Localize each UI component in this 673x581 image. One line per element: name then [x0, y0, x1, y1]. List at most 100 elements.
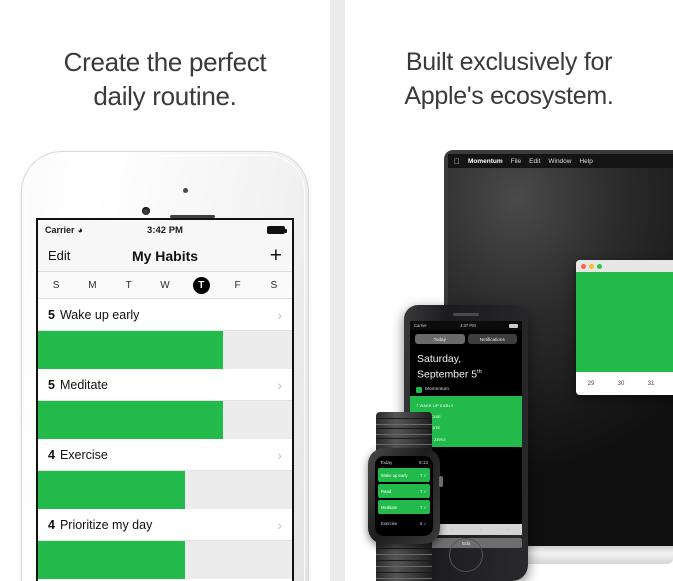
- watch-habit-value: 7 ✓: [419, 488, 427, 494]
- habit-streak-count: 4: [48, 517, 55, 532]
- axis-tick-label: 31: [647, 380, 655, 387]
- day-label: T: [192, 276, 210, 294]
- watch-habit-row[interactable]: Wake up early 7 ✓: [378, 468, 430, 482]
- tab-today[interactable]: Today: [415, 334, 465, 344]
- apple-watch-device: Today 9:13 Wake up early 7 ✓ Read 7 ✓ Medita…: [366, 412, 443, 581]
- date-line-2: September 5: [417, 368, 478, 380]
- habit-name: Wake up early: [59, 307, 140, 322]
- day-toggle-6[interactable]: S: [256, 280, 292, 291]
- watch-habit-name: Read: [381, 488, 392, 494]
- day-toggle-5[interactable]: F: [219, 280, 255, 291]
- status-time: 3:42 PM: [147, 224, 183, 236]
- habit-progress-fill: [38, 541, 186, 579]
- mac-menu-bar[interactable]:  Momentum File Edit Window Help: [448, 154, 673, 168]
- day-toggle-4[interactable]: T: [183, 276, 219, 294]
- close-window-icon[interactable]: [581, 263, 586, 269]
- momentum-app-icon: [416, 386, 422, 393]
- date-line-1: Saturday,: [417, 353, 462, 365]
- menu-item-edit[interactable]: Edit: [529, 158, 540, 165]
- left-headline-line2: daily routine.: [93, 81, 237, 111]
- habit-progress-track: [38, 471, 292, 509]
- iphone-device-frame: Carrier ◕ 3:42 PM Edit My Habits + S M T W T…: [22, 152, 308, 581]
- watch-habit-list: Wake up early 7 ✓ Read 7 ✓ Meditate 7 ✓ Exerci…: [378, 468, 430, 530]
- digital-crown-icon[interactable]: [439, 476, 443, 487]
- habit-list: 5 Wake up early › 5 Meditate › 4 Exercise › 4 Prio…: [38, 299, 292, 579]
- watch-habit-row[interactable]: Exercise 6 ✓: [378, 516, 430, 530]
- menu-item-help[interactable]: Help: [579, 158, 592, 165]
- notification-center-tabs[interactable]: Today Notifications: [410, 330, 522, 347]
- habit-name: Meditate: [59, 377, 108, 392]
- watch-habit-name: Wake up early: [381, 472, 408, 478]
- habit-progress-fill: [38, 401, 224, 439]
- watch-header-time: 9:13: [419, 460, 428, 465]
- band-link: [376, 438, 432, 445]
- day-selector[interactable]: SMTWTFS: [38, 272, 292, 299]
- watch-band-bottom: [376, 540, 432, 581]
- axis-tick-label: 1 Sep: [666, 381, 673, 387]
- day-label: T: [125, 279, 132, 291]
- app-store-screenshot-pair: Create the perfect daily routine. Carrie…: [0, 0, 673, 581]
- day-label: S: [52, 279, 60, 291]
- watch-habit-row[interactable]: Meditate 7 ✓: [378, 500, 430, 514]
- habit-row[interactable]: 5 Wake up early ›: [38, 299, 292, 331]
- battery-icon: [509, 323, 518, 328]
- watch-habit-name: Meditate: [381, 504, 398, 510]
- dot-2: ·: [451, 527, 453, 532]
- watch-screen: Today 9:13 Wake up early 7 ✓ Read 7 ✓ Medita…: [375, 456, 433, 536]
- habit-row[interactable]: 5 Meditate ›: [38, 369, 292, 401]
- widget-habit-row[interactable]: 7 WAKE UP EARLY: [410, 400, 522, 411]
- chevron-right-icon: ›: [277, 516, 282, 533]
- watch-habit-row[interactable]: Read 7 ✓: [378, 484, 430, 498]
- right-headline-line1: Built exclusively for: [405, 48, 613, 76]
- left-headline: Create the perfect daily routine.: [0, 45, 330, 113]
- earpiece-speaker: [453, 313, 479, 316]
- menu-item-window[interactable]: Window: [548, 158, 571, 165]
- habit-progress-fill: [38, 471, 186, 509]
- status-bar: Carrier ◕ 3:42 PM: [38, 220, 292, 240]
- carrier-label: Carrier: [45, 225, 75, 235]
- axis-tick-label: 30: [617, 380, 625, 387]
- panel-divider: [330, 0, 345, 581]
- habit-row[interactable]: 4 Prioritize my day ›: [38, 509, 292, 541]
- habit-progress-track: [38, 331, 292, 369]
- band-link: [376, 548, 432, 555]
- status-bar: Carrier 4:37 PM: [410, 321, 522, 330]
- zoom-window-icon[interactable]: [597, 263, 602, 269]
- habit-name: Prioritize my day: [59, 517, 153, 532]
- habit-progress-fill: [38, 331, 224, 369]
- home-button[interactable]: [449, 538, 483, 572]
- menu-item-file[interactable]: File: [511, 158, 521, 165]
- day-label: F: [234, 279, 241, 291]
- apple-logo-icon[interactable]: : [454, 157, 460, 166]
- watch-case: Today 9:13 Wake up early 7 ✓ Read 7 ✓ Medita…: [368, 448, 443, 544]
- edit-button[interactable]: Edit: [48, 248, 70, 263]
- habit-streak-count: 4: [48, 447, 55, 462]
- day-toggle-0[interactable]: S: [38, 280, 74, 291]
- habit-streak-count: 5: [48, 377, 55, 392]
- day-toggle-2[interactable]: T: [111, 280, 147, 291]
- mac-window-titlebar[interactable]: [576, 260, 673, 272]
- band-link: [376, 560, 432, 567]
- menu-item-momentum[interactable]: Momentum: [468, 158, 503, 165]
- band-link: [376, 418, 432, 425]
- watch-habit-name: Exercise: [381, 520, 398, 526]
- band-link: [376, 572, 432, 579]
- chevron-right-icon: ›: [277, 446, 282, 463]
- wifi-icon: ◕: [77, 225, 83, 235]
- add-habit-button[interactable]: +: [270, 245, 282, 266]
- day-toggle-1[interactable]: M: [74, 280, 110, 291]
- habit-row[interactable]: 4 Exercise ›: [38, 439, 292, 471]
- mac-chart-axis: 2930311 Sep2: [576, 372, 673, 395]
- mac-chart-area: [576, 272, 673, 372]
- right-headline: Built exclusively for Apple's ecosystem.: [345, 45, 673, 113]
- watch-header-title: Today: [380, 460, 393, 465]
- minimize-window-icon[interactable]: [589, 263, 594, 269]
- right-headline-line2: Apple's ecosystem.: [404, 82, 614, 110]
- day-toggle-3[interactable]: W: [147, 280, 183, 291]
- mac-app-window[interactable]: 2930311 Sep2: [576, 260, 673, 395]
- front-camera-icon: [142, 207, 150, 215]
- watch-habit-value: 7 ✓: [419, 504, 427, 510]
- chevron-right-icon: ›: [277, 376, 282, 393]
- tab-notifications[interactable]: Notifications: [467, 334, 517, 344]
- navigation-bar: Edit My Habits +: [38, 240, 292, 272]
